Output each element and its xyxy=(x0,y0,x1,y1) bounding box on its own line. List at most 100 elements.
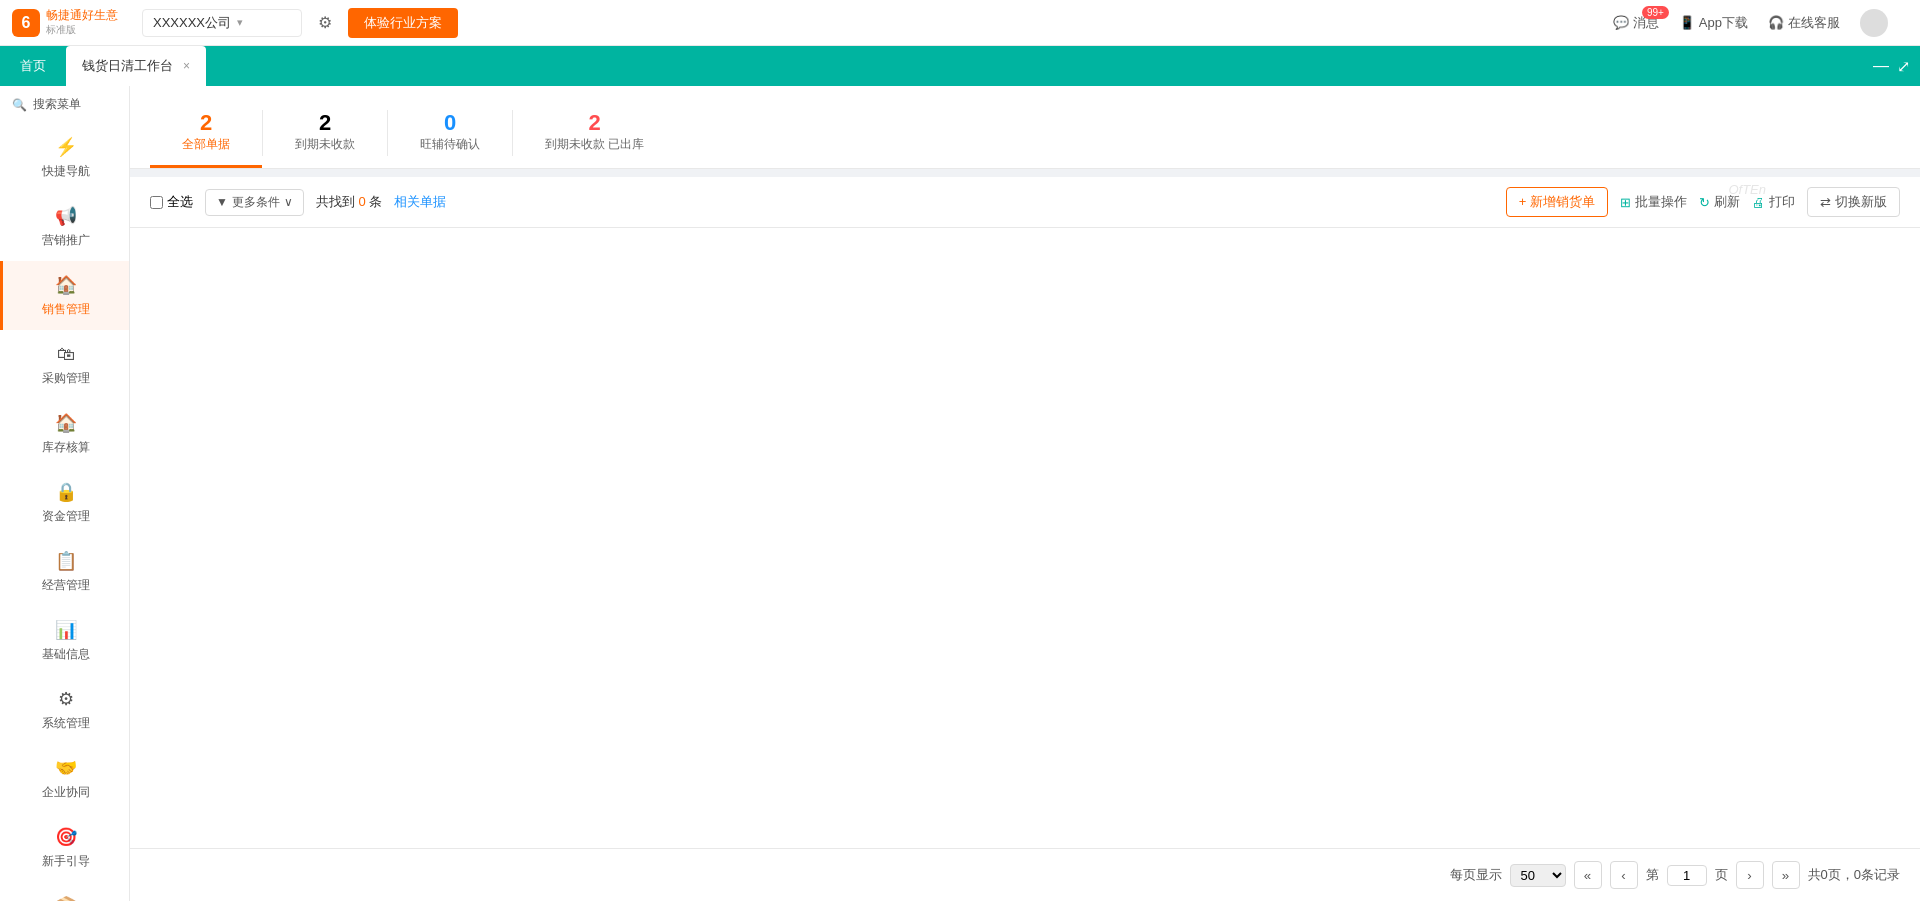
filter-arrow-icon: ∨ xyxy=(284,195,293,209)
sidebar-item-basic[interactable]: 📊 基础信息 xyxy=(0,606,129,675)
avatar[interactable] xyxy=(1860,9,1888,37)
print-icon: 🖨 xyxy=(1752,195,1765,210)
tab-minimize-icon[interactable]: — xyxy=(1873,57,1889,75)
tab-bar-actions: — ⤢ xyxy=(1873,57,1920,76)
sidebar-item-label: 经营管理 xyxy=(42,577,90,594)
checkbox-input[interactable] xyxy=(150,196,163,209)
stat-tab-pending[interactable]: 0 旺辅待确认 xyxy=(388,102,512,168)
marketing-icon: 📢 xyxy=(54,204,78,228)
messages-badge: 99+ xyxy=(1642,6,1669,19)
page-text: 第 xyxy=(1646,866,1659,884)
related-link[interactable]: 相关单据 xyxy=(394,193,446,211)
last-page-button[interactable]: » xyxy=(1772,861,1800,889)
sidebar-item-inventory[interactable]: 🏠 库存核算 xyxy=(0,399,129,468)
sidebar: 🔍 搜索菜单 ⚡ 快捷导航 📢 营销推广 🏠 销售管理 🛍 采购管理 🏠 库存核… xyxy=(0,86,130,901)
stat-tab-overdue[interactable]: 2 到期未收款 xyxy=(263,102,387,168)
next-page-button[interactable]: › xyxy=(1736,861,1764,889)
phone-icon: 📱 xyxy=(1679,15,1695,30)
search-icon: 🔍 xyxy=(12,98,27,112)
stat-tab-shipped[interactable]: 2 到期未收款 已出库 xyxy=(513,102,676,168)
sidebar-item-app-center[interactable]: 📦 应用中心 xyxy=(0,882,129,901)
prev-page-button[interactable]: ‹ xyxy=(1610,861,1638,889)
quick-nav-icon: ⚡ xyxy=(54,135,78,159)
stats-tabs: 2 全部单据 2 到期未收款 0 旺辅待确认 2 到期未收款 已出库 xyxy=(130,86,1920,169)
batch-label: 批量操作 xyxy=(1635,193,1687,211)
sidebar-item-label: 快捷导航 xyxy=(42,163,90,180)
pagination: 每页显示 50 10 20 100 « ‹ 第 页 › » 共0页，0条记录 xyxy=(130,848,1920,901)
finance-icon: 🔒 xyxy=(54,480,78,504)
tab-maximize-icon[interactable]: ⤢ xyxy=(1897,57,1910,76)
batch-icon: ⊞ xyxy=(1620,195,1631,210)
app-download-item[interactable]: 📱 App下载 xyxy=(1679,14,1748,32)
system-icon: ⚙ xyxy=(54,687,78,711)
enterprise-icon: 🤝 xyxy=(54,756,78,780)
sidebar-item-label: 企业协同 xyxy=(42,784,90,801)
sidebar-item-marketing[interactable]: 📢 营销推广 xyxy=(0,192,129,261)
stat-label-overdue: 到期未收款 xyxy=(295,137,355,151)
main-layout: 🔍 搜索菜单 ⚡ 快捷导航 📢 营销推广 🏠 销售管理 🛍 采购管理 🏠 库存核… xyxy=(0,86,1920,901)
refresh-button[interactable]: ↻ 刷新 xyxy=(1699,193,1740,211)
found-prefix: 共找到 xyxy=(316,194,355,209)
sidebar-item-purchase[interactable]: 🛍 采购管理 xyxy=(0,330,129,399)
sidebar-item-quick-nav[interactable]: ⚡ 快捷导航 xyxy=(0,123,129,192)
filter-button[interactable]: ▼ 更多条件 ∨ xyxy=(205,189,304,216)
company-name: XXXXXX公司 xyxy=(153,14,231,32)
sidebar-item-operations[interactable]: 📋 经营管理 xyxy=(0,537,129,606)
sidebar-item-label: 库存核算 xyxy=(42,439,90,456)
basic-icon: 📊 xyxy=(54,618,78,642)
stat-label-shipped: 到期未收款 已出库 xyxy=(545,137,644,151)
filter-icon: ▼ xyxy=(216,195,228,209)
content-area: 2 全部单据 2 到期未收款 0 旺辅待确认 2 到期未收款 已出库 xyxy=(130,86,1920,901)
inventory-icon: 🏠 xyxy=(54,411,78,435)
select-all-checkbox[interactable]: 全选 xyxy=(150,193,193,211)
company-selector[interactable]: XXXXXX公司 ▾ xyxy=(142,9,302,37)
sidebar-item-enterprise[interactable]: 🤝 企业协同 xyxy=(0,744,129,813)
switch-version-button[interactable]: ⇄ 切换新版 xyxy=(1807,187,1900,217)
page-size-label: 每页显示 xyxy=(1450,866,1502,884)
switch-label: 切换新版 xyxy=(1835,193,1887,211)
page-number-input[interactable] xyxy=(1667,865,1707,886)
sidebar-item-finance[interactable]: 🔒 资金管理 xyxy=(0,468,129,537)
messages-item[interactable]: 💬 消息 99+ xyxy=(1613,14,1659,32)
tab-active[interactable]: 钱货日清工作台 × xyxy=(66,46,206,86)
guide-icon: 🎯 xyxy=(54,825,78,849)
search-label: 搜索菜单 xyxy=(33,96,81,113)
found-unit: 条 xyxy=(369,194,382,209)
batch-action-button[interactable]: ⊞ 批量操作 xyxy=(1620,193,1687,211)
first-page-button[interactable]: « xyxy=(1574,861,1602,889)
add-sales-order-button[interactable]: + 新增销货单 xyxy=(1506,187,1608,217)
table-area xyxy=(130,228,1920,848)
stat-label-pending: 旺辅待确认 xyxy=(420,137,480,151)
stat-num-shipped: 2 xyxy=(545,110,644,136)
sidebar-search[interactable]: 🔍 搜索菜单 xyxy=(0,86,129,123)
filter-label: 更多条件 xyxy=(232,194,280,211)
sidebar-item-label: 资金管理 xyxy=(42,508,90,525)
page-size-select[interactable]: 50 10 20 100 xyxy=(1510,864,1566,887)
online-service-item[interactable]: 🎧 在线客服 xyxy=(1768,14,1840,32)
trial-button[interactable]: 体验行业方案 xyxy=(348,8,458,38)
refresh-label: 刷新 xyxy=(1714,193,1740,211)
sidebar-item-label: 系统管理 xyxy=(42,715,90,732)
tab-home[interactable]: 首页 xyxy=(0,46,66,86)
settings-icon[interactable]: ⚙ xyxy=(310,8,340,38)
found-text: 共找到 0 条 xyxy=(316,193,382,211)
tab-active-label: 钱货日清工作台 xyxy=(82,57,173,75)
sidebar-item-system[interactable]: ⚙ 系统管理 xyxy=(0,675,129,744)
company-dropdown-icon: ▾ xyxy=(237,16,243,29)
toolbar-right: + 新增销货单 ⊞ 批量操作 ↻ 刷新 🖨 打印 ⇄ 切换新版 xyxy=(1506,187,1900,217)
logo-text: 畅捷通好生意 xyxy=(46,8,118,24)
sidebar-item-guide[interactable]: 🎯 新手引导 xyxy=(0,813,129,882)
stat-num-all: 2 xyxy=(182,110,230,136)
print-button[interactable]: 🖨 打印 xyxy=(1752,193,1795,211)
sidebar-item-label: 营销推广 xyxy=(42,232,90,249)
stat-tab-all[interactable]: 2 全部单据 xyxy=(150,102,262,168)
sidebar-item-label: 新手引导 xyxy=(42,853,90,870)
sidebar-item-sales[interactable]: 🏠 销售管理 xyxy=(0,261,129,330)
print-label: 打印 xyxy=(1769,193,1795,211)
online-service-label: 在线客服 xyxy=(1788,14,1840,32)
stat-num-pending: 0 xyxy=(420,110,480,136)
purchase-icon: 🛍 xyxy=(54,342,78,366)
page-summary: 共0页，0条记录 xyxy=(1808,866,1900,884)
tab-close-icon[interactable]: × xyxy=(183,59,190,73)
tab-bar: 首页 钱货日清工作台 × — ⤢ xyxy=(0,46,1920,86)
